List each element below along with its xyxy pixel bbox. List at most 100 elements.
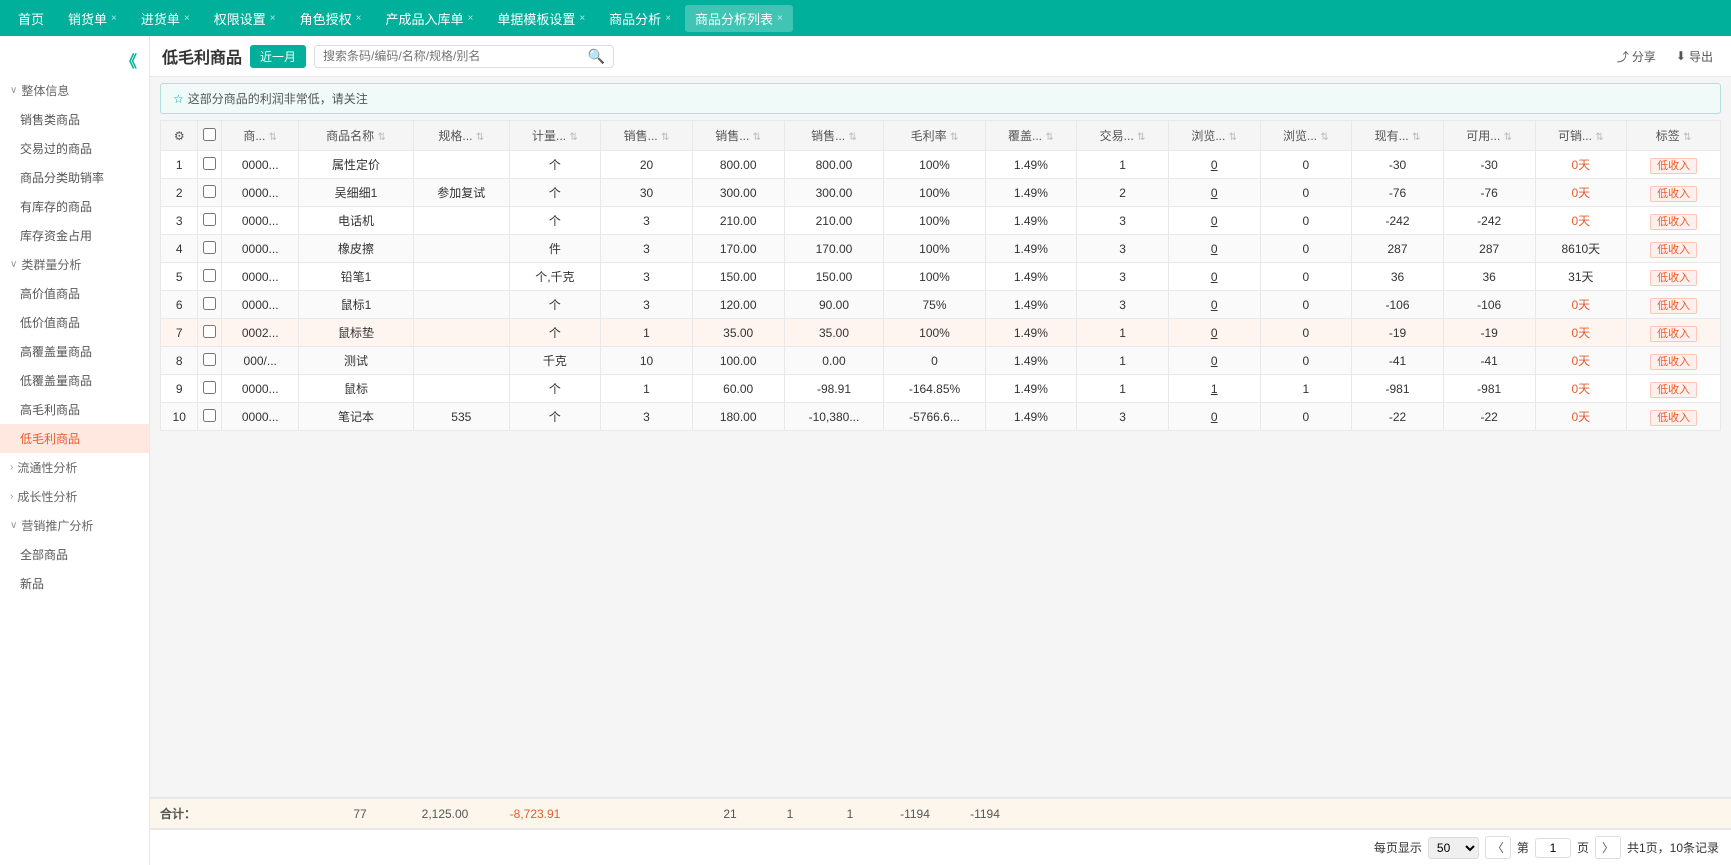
row-checkbox[interactable] (198, 179, 222, 207)
date-filter-button[interactable]: 近一月 (250, 45, 306, 68)
row-browse1[interactable]: 0 (1168, 347, 1260, 375)
nav-goods-analysis-list-close[interactable]: × (777, 13, 783, 24)
row-checkbox[interactable] (198, 151, 222, 179)
row-browse1[interactable]: 0 (1168, 151, 1260, 179)
next-page-button[interactable]: 〉 (1595, 836, 1621, 859)
share-button[interactable]: ⤴ 分享 (1611, 46, 1662, 67)
nav-goods-analysis-close[interactable]: × (665, 13, 671, 24)
nav-role-close[interactable]: × (356, 13, 362, 24)
row-checkbox[interactable] (198, 207, 222, 235)
sidebar-item-category-rate[interactable]: 商品分类助销率 (0, 163, 149, 192)
th-code[interactable]: 商... ⇅ (222, 121, 299, 151)
nav-home[interactable]: 首页 (8, 5, 54, 32)
nav-sales[interactable]: 销货单 × (58, 5, 127, 32)
sidebar-item-stock-funds[interactable]: 库存资金占用 (0, 221, 149, 250)
search-icon[interactable]: 🔍 (588, 48, 605, 65)
sidebar-item-low-value[interactable]: 低价值商品 (0, 308, 149, 337)
row-gross-margin: 100% (884, 151, 985, 179)
row-browse1[interactable]: 0 (1168, 291, 1260, 319)
nav-product-entry-close[interactable]: × (467, 13, 473, 24)
row-checkbox[interactable] (198, 347, 222, 375)
nav-template-close[interactable]: × (579, 13, 585, 24)
nav-sales-close[interactable]: × (111, 13, 117, 24)
th-trade[interactable]: 交易... ⇅ (1077, 121, 1169, 151)
sidebar-item-high-value[interactable]: 高价值商品 (0, 279, 149, 308)
th-saleable[interactable]: 可销... ⇅ (1535, 121, 1627, 151)
row-available: -19 (1443, 319, 1535, 347)
row-browse1[interactable]: 1 (1168, 375, 1260, 403)
row-spec (414, 235, 509, 263)
row-checkbox[interactable] (198, 235, 222, 263)
nav-product-entry[interactable]: 产成品入库单 × (375, 5, 483, 32)
sidebar-item-high-coverage[interactable]: 高覆盖量商品 (0, 337, 149, 366)
sidebar-collapse-button[interactable]: 《 (117, 48, 141, 72)
th-browse1[interactable]: 浏览... ⇅ (1168, 121, 1260, 151)
sidebar-group-growth[interactable]: › 成长性分析 (0, 482, 149, 511)
row-browse1[interactable]: 0 (1168, 263, 1260, 291)
th-spec[interactable]: 规格... ⇅ (414, 121, 509, 151)
of-label: 页 (1577, 839, 1589, 856)
page-number-input[interactable] (1535, 838, 1571, 858)
top-navigation: 首页 销货单 × 进货单 × 权限设置 × 角色授权 × 产成品入库单 × 单据… (0, 0, 1731, 36)
nav-role[interactable]: 角色授权 × (290, 5, 372, 32)
nav-permission[interactable]: 权限设置 × (204, 5, 286, 32)
row-available: -242 (1443, 207, 1535, 235)
nav-purchase-close[interactable]: × (184, 13, 190, 24)
row-checkbox[interactable] (198, 319, 222, 347)
th-unit[interactable]: 计量... ⇅ (509, 121, 601, 151)
row-sales-amount: 150.00 (784, 263, 884, 291)
search-input[interactable] (323, 49, 584, 63)
row-browse2: 0 (1260, 403, 1352, 431)
row-browse1[interactable]: 0 (1168, 207, 1260, 235)
export-button[interactable]: ⬇ 导出 (1670, 46, 1719, 67)
nav-goods-analysis[interactable]: 商品分析 × (599, 5, 681, 32)
row-checkbox[interactable] (198, 403, 222, 431)
th-gross-margin[interactable]: 毛利率 ⇅ (884, 121, 985, 151)
th-tag[interactable]: 标签 ⇅ (1627, 121, 1721, 151)
nav-goods-analysis-list[interactable]: 商品分析列表 × (685, 5, 793, 32)
sidebar-group-cluster[interactable]: ∨ 类群量分析 (0, 250, 149, 279)
th-available[interactable]: 可用... ⇅ (1443, 121, 1535, 151)
row-browse1[interactable]: 0 (1168, 319, 1260, 347)
row-available: -76 (1443, 179, 1535, 207)
sidebar-group-flow[interactable]: › 流通性分析 (0, 453, 149, 482)
sidebar-group-marketing[interactable]: ∨ 营销推广分析 (0, 511, 149, 540)
row-spec: 535 (414, 403, 509, 431)
th-sales-amount[interactable]: 销售... ⇅ (784, 121, 884, 151)
sidebar-group-overall[interactable]: ∨ 整体信息 (0, 76, 149, 105)
nav-permission-close[interactable]: × (270, 13, 276, 24)
select-all-checkbox[interactable] (203, 128, 216, 141)
th-current[interactable]: 现有... ⇅ (1352, 121, 1444, 151)
sidebar-item-low-margin[interactable]: 低毛利商品 (0, 424, 149, 453)
sidebar-item-traded-goods[interactable]: 交易过的商品 (0, 134, 149, 163)
row-sales-amount: 170.00 (784, 235, 884, 263)
sidebar-item-low-coverage[interactable]: 低覆盖量商品 (0, 366, 149, 395)
row-checkbox[interactable] (198, 291, 222, 319)
sidebar-item-new-goods[interactable]: 新品 (0, 569, 149, 598)
th-sales-qty[interactable]: 销售... ⇅ (601, 121, 693, 151)
th-checkbox[interactable] (198, 121, 222, 151)
sidebar-item-stock-goods[interactable]: 有库存的商品 (0, 192, 149, 221)
row-gross-margin: 100% (884, 235, 985, 263)
row-available: -106 (1443, 291, 1535, 319)
th-name[interactable]: 商品名称 ⇅ (298, 121, 413, 151)
row-sales-qty: 3 (601, 291, 693, 319)
th-browse2[interactable]: 浏览... ⇅ (1260, 121, 1352, 151)
prev-page-button[interactable]: 〈 (1485, 836, 1511, 859)
sidebar-item-sales-goods[interactable]: 销售类商品 (0, 105, 149, 134)
nav-purchase[interactable]: 进货单 × (131, 5, 200, 32)
sidebar-item-high-margin[interactable]: 高毛利商品 (0, 395, 149, 424)
row-unit: 千克 (509, 347, 601, 375)
row-browse1[interactable]: 0 (1168, 235, 1260, 263)
th-coverage[interactable]: 覆盖... ⇅ (985, 121, 1077, 151)
th-sales-price[interactable]: 销售... ⇅ (692, 121, 784, 151)
row-checkbox[interactable] (198, 263, 222, 291)
nav-template[interactable]: 单据模板设置 × (487, 5, 595, 32)
th-settings[interactable]: ⚙ (161, 121, 198, 151)
row-browse1[interactable]: 0 (1168, 403, 1260, 431)
row-checkbox[interactable] (198, 375, 222, 403)
row-browse1[interactable]: 0 (1168, 179, 1260, 207)
table-row: 3 0000... 电话机 个 3 210.00 210.00 100% 1.4… (161, 207, 1721, 235)
sidebar-item-all-goods[interactable]: 全部商品 (0, 540, 149, 569)
per-page-select[interactable]: 50 20 100 (1428, 837, 1479, 859)
